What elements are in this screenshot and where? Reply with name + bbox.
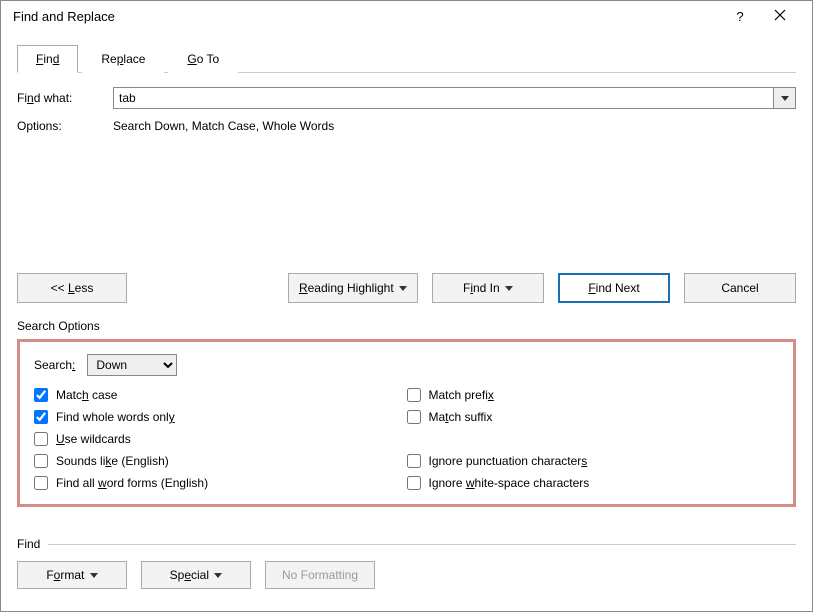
help-button[interactable]: ? xyxy=(720,9,760,24)
less-button[interactable]: << Less xyxy=(17,273,127,303)
dialog-title: Find and Replace xyxy=(13,9,720,24)
find-what-label: Find what: xyxy=(17,91,113,105)
find-what-dropdown[interactable] xyxy=(774,87,796,109)
options-value: Search Down, Match Case, Whole Words xyxy=(113,119,334,133)
format-button[interactable]: Format xyxy=(17,561,127,589)
titlebar: Find and Replace ? xyxy=(1,1,812,32)
tab-goto[interactable]: Go To xyxy=(168,45,238,73)
tab-find[interactable]: Find xyxy=(17,45,78,73)
no-formatting-button[interactable]: No Formatting xyxy=(265,561,375,589)
main-button-row: << Less Reading Highlight Find In Find N… xyxy=(17,273,796,303)
whole-words-checkbox[interactable]: Find whole words only xyxy=(34,410,407,424)
find-section-header: Find xyxy=(17,537,796,551)
find-in-button[interactable]: Find In xyxy=(432,273,544,303)
options-label: Options: xyxy=(17,119,113,133)
close-button[interactable] xyxy=(760,9,800,24)
search-options-box: Search: Down Match case Find whole words… xyxy=(17,339,796,507)
cancel-button[interactable]: Cancel xyxy=(684,273,796,303)
search-direction-select[interactable]: Down xyxy=(87,354,177,376)
find-what-input[interactable] xyxy=(113,87,774,109)
match-case-checkbox[interactable]: Match case xyxy=(34,388,407,402)
find-what-row: Find what: xyxy=(17,87,796,109)
special-button[interactable]: Special xyxy=(141,561,251,589)
wildcards-checkbox[interactable]: Use wildcards xyxy=(34,432,407,446)
bottom-button-row: Format Special No Formatting xyxy=(17,561,796,589)
search-options-label: Search Options xyxy=(17,319,796,333)
reading-highlight-button[interactable]: Reading Highlight xyxy=(288,273,418,303)
tab-replace[interactable]: Replace xyxy=(82,45,164,73)
chevron-down-icon xyxy=(781,96,789,101)
match-suffix-checkbox[interactable]: Match suffix xyxy=(407,410,780,424)
dialog-content: Find Replace Go To Find what: Options: S… xyxy=(1,32,812,611)
find-replace-dialog: Find and Replace ? Find Replace Go To Fi… xyxy=(0,0,813,612)
close-icon xyxy=(774,9,786,21)
find-next-button[interactable]: Find Next xyxy=(558,273,670,303)
word-forms-checkbox[interactable]: Find all word forms (English) xyxy=(34,476,407,490)
ignore-whitespace-checkbox[interactable]: Ignore white-space characters xyxy=(407,476,780,490)
search-direction-label: Search: xyxy=(34,358,75,372)
sounds-like-checkbox[interactable]: Sounds like (English) xyxy=(34,454,407,468)
options-row: Options: Search Down, Match Case, Whole … xyxy=(17,119,796,133)
ignore-punctuation-checkbox[interactable]: Ignore punctuation characters xyxy=(407,454,780,468)
tabstrip: Find Replace Go To xyxy=(17,44,796,73)
match-prefix-checkbox[interactable]: Match prefix xyxy=(407,388,780,402)
